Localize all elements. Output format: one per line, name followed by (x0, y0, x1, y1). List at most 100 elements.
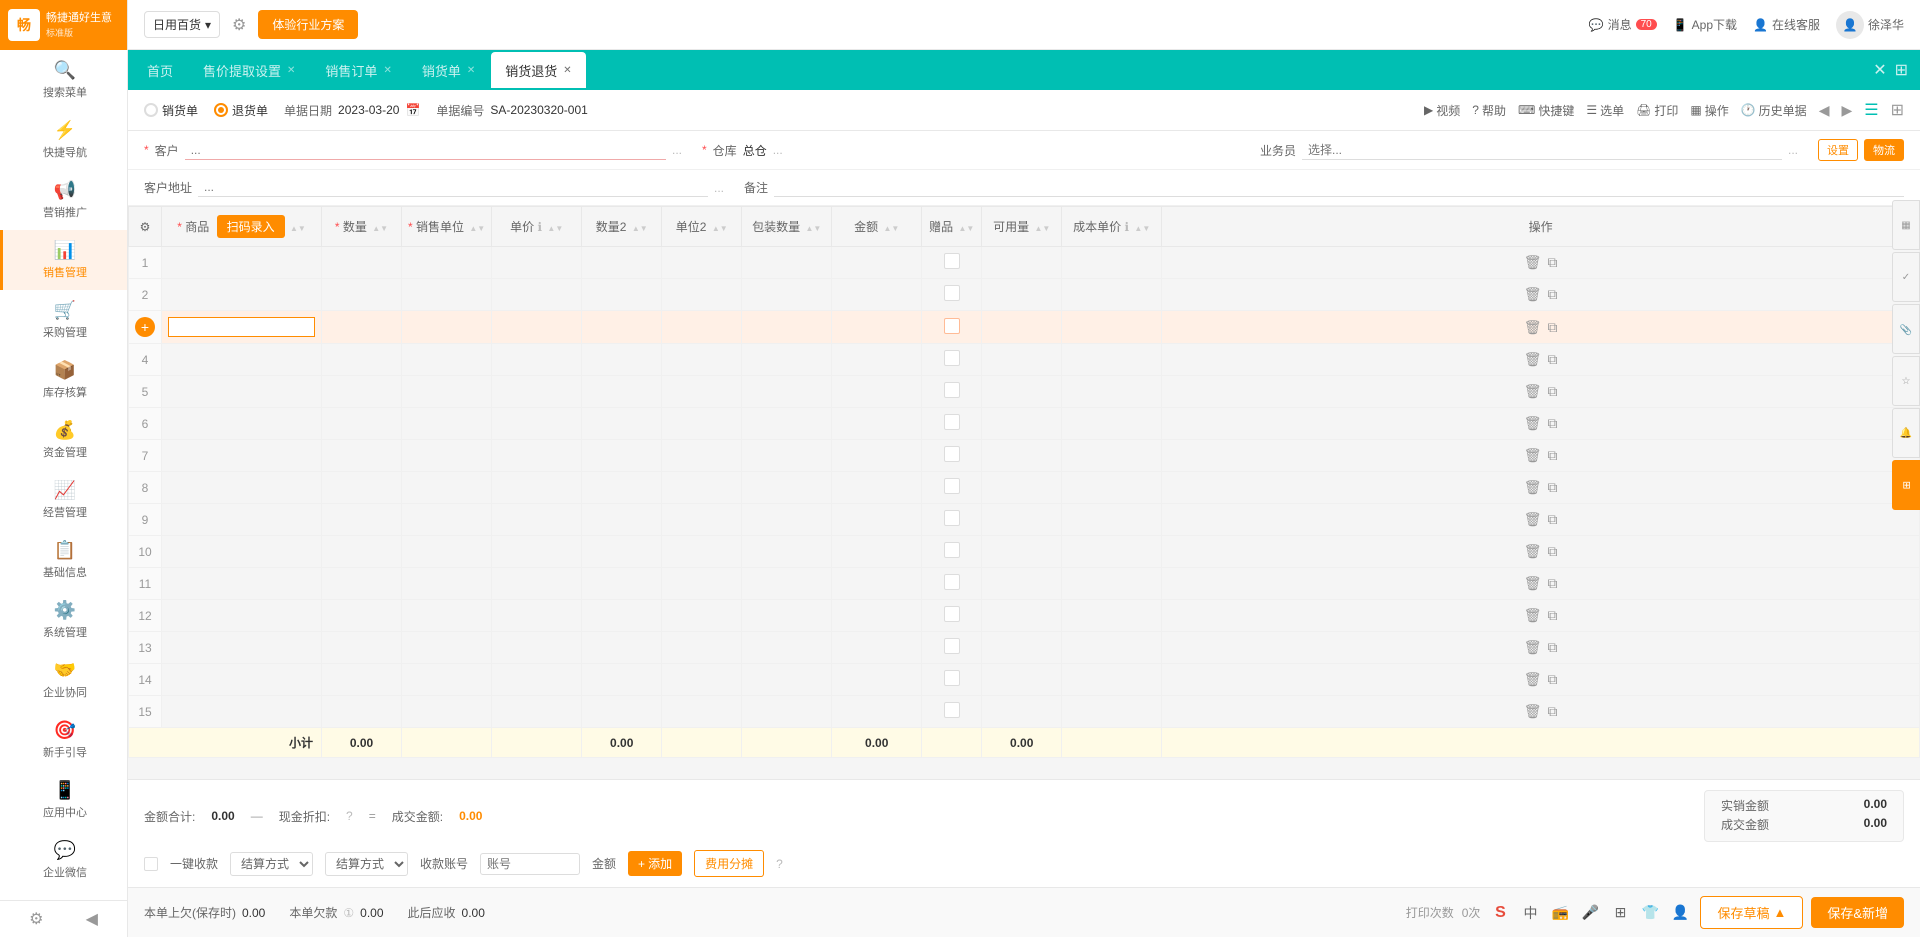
sidebar-settings-icon[interactable]: ⚙ (29, 909, 43, 929)
next-doc-icon[interactable]: ▶ (1841, 102, 1852, 119)
row-2-unit[interactable] (402, 279, 492, 311)
row-14-copy-icon[interactable]: ⧉ (1548, 671, 1558, 688)
calendar-icon[interactable]: 📅 (405, 103, 420, 117)
row-3-amount[interactable] (832, 311, 922, 344)
row-1-copy-icon[interactable]: ⧉ (1548, 254, 1558, 271)
online-service-btn[interactable]: 👤 在线客服 (1753, 16, 1820, 33)
address-input[interactable] (198, 178, 708, 197)
footer-icon-7[interactable]: 👤 (1668, 901, 1692, 925)
row-2-pack[interactable] (742, 279, 832, 311)
row-10-copy-icon[interactable]: ⧉ (1548, 543, 1558, 560)
row-3-goods-input[interactable] (168, 317, 315, 337)
gift-checkbox-13[interactable] (944, 638, 960, 654)
row-6-delete-icon[interactable]: 🗑 (1524, 415, 1542, 432)
save-draft-button[interactable]: 保存草稿 ▲ (1700, 896, 1803, 929)
sidebar-item-shortcut[interactable]: ⚡ 快捷导航 (0, 110, 127, 170)
tab-sales-return[interactable]: 销货退货 ✕ (491, 52, 585, 88)
sidebar-collapse-icon[interactable]: ◀ (86, 909, 98, 929)
sidebar-item-finance[interactable]: 💰 资金管理 (0, 410, 127, 470)
sidebar-item-marketing[interactable]: 📢 营销推广 (0, 170, 127, 230)
sidebar-item-basic[interactable]: 📋 基础信息 (0, 530, 127, 590)
row-8-copy-icon[interactable]: ⧉ (1548, 479, 1558, 496)
goods-sort-icon[interactable]: ▲▼ (290, 224, 306, 233)
tab-sales-delivery[interactable]: 销货单 ✕ (408, 52, 489, 88)
row-12-copy-icon[interactable]: ⧉ (1548, 607, 1558, 624)
fee-split-button[interactable]: 费用分摊 (694, 850, 764, 877)
row-12-delete-icon[interactable]: 🗑 (1524, 607, 1542, 624)
trial-plan-button[interactable]: 体验行业方案 (258, 10, 358, 39)
scan-input-button[interactable]: 扫码录入 (217, 215, 285, 238)
price-info-icon[interactable]: ℹ (538, 220, 543, 234)
view-grid-icon[interactable]: ⊞ (1891, 100, 1904, 120)
row-2-unit2[interactable] (662, 279, 742, 311)
gift-checkbox-14[interactable] (944, 670, 960, 686)
row-4-copy-icon[interactable]: ⧉ (1548, 351, 1558, 368)
row-2-copy-icon[interactable]: ⧉ (1548, 286, 1558, 303)
sidebar-item-purchase[interactable]: 🛒 采购管理 (0, 290, 127, 350)
fee-help-icon[interactable]: ? (776, 857, 783, 871)
row-3-available[interactable] (982, 311, 1062, 344)
help-btn[interactable]: ? 帮助 (1472, 102, 1506, 119)
unit2-sort-icon[interactable]: ▲▼ (712, 224, 728, 233)
message-btn[interactable]: 💬 消息 70 (1589, 16, 1657, 33)
footer-icon-3[interactable]: 📻 (1548, 901, 1572, 925)
row-3-qty[interactable] (322, 311, 402, 344)
tab-sales-return-close-icon[interactable]: ✕ (563, 65, 571, 76)
settings-button[interactable]: 设置 (1818, 139, 1858, 161)
qty-sort-icon[interactable]: ▲▼ (372, 224, 388, 233)
gift-checkbox-4[interactable] (944, 350, 960, 366)
row-1-cost[interactable] (1062, 247, 1162, 279)
row-3-unit[interactable] (402, 311, 492, 344)
row-2-gift[interactable] (922, 279, 982, 311)
gear-settings-icon[interactable]: ⚙ (140, 220, 151, 234)
operation-btn[interactable]: ▦ 操作 (1690, 102, 1728, 119)
sidebar-item-apps[interactable]: 📱 应用中心 (0, 770, 127, 830)
add-payment-button[interactable]: + 添加 (628, 851, 682, 876)
sidebar-item-wechat[interactable]: 💬 企业微信 (0, 830, 127, 890)
right-panel-btn-1[interactable]: ▦ (1892, 200, 1920, 250)
footer-icon-2[interactable]: 中 (1518, 901, 1542, 925)
row-3-cost[interactable] (1062, 311, 1162, 344)
price-sort-icon[interactable]: ▲▼ (547, 224, 563, 233)
tab-price-settings[interactable]: 售价提取设置 ✕ (189, 52, 309, 88)
discount-info-icon[interactable]: ? (346, 809, 353, 823)
right-panel-btn-5[interactable]: 🔔 (1892, 408, 1920, 458)
gift-checkbox-6[interactable] (944, 414, 960, 430)
qty2-sort-icon[interactable]: ▲▼ (632, 224, 648, 233)
row-11-copy-icon[interactable]: ⧉ (1548, 575, 1558, 592)
right-panel-btn-2[interactable]: ✓ (1892, 252, 1920, 302)
row-1-available[interactable] (982, 247, 1062, 279)
row-3-delete-icon[interactable]: 🗑 (1524, 319, 1542, 336)
gift-checkbox-3[interactable] (944, 318, 960, 334)
row-13-delete-icon[interactable]: 🗑 (1524, 639, 1542, 656)
row-11-delete-icon[interactable]: 🗑 (1524, 575, 1542, 592)
row-1-gift[interactable] (922, 247, 982, 279)
unit-sort-icon[interactable]: ▲▼ (469, 224, 485, 233)
row-1-pack[interactable] (742, 247, 832, 279)
gift-checkbox-1[interactable] (944, 253, 960, 269)
row-1-amount[interactable] (832, 247, 922, 279)
sidebar-item-member[interactable]: 👑 畅会员 (0, 890, 127, 900)
row-4-delete-icon[interactable]: 🗑 (1524, 351, 1542, 368)
cost-info-icon[interactable]: ℹ (1125, 220, 1130, 234)
row-2-qty2[interactable] (582, 279, 662, 311)
right-panel-btn-6-active[interactable]: ⊞ (1892, 460, 1920, 510)
row-1-qty2[interactable] (582, 247, 662, 279)
row-1-goods[interactable] (162, 247, 322, 279)
row-2-qty[interactable] (322, 279, 402, 311)
cost-sort-icon[interactable]: ▲▼ (1134, 224, 1150, 233)
row-3-copy-icon[interactable]: ⧉ (1548, 319, 1558, 336)
radio-return[interactable]: 退货单 (214, 102, 268, 119)
row-2-goods[interactable] (162, 279, 322, 311)
customer-input[interactable] (185, 141, 666, 160)
amount-sort-icon[interactable]: ▲▼ (883, 224, 899, 233)
sidebar-item-inventory[interactable]: 📦 库存核算 (0, 350, 127, 410)
tab-sales-order-close-icon[interactable]: ✕ (383, 65, 391, 76)
sidebar-item-search[interactable]: 🔍 搜索菜单 (0, 50, 127, 110)
footer-icon-5[interactable]: ⊞ (1608, 901, 1632, 925)
row-1-unit[interactable] (402, 247, 492, 279)
row-10-delete-icon[interactable]: 🗑 (1524, 543, 1542, 560)
select-order-btn[interactable]: ☰ 选单 (1586, 102, 1624, 119)
row-2-delete-icon[interactable]: 🗑 (1524, 286, 1542, 303)
gift-checkbox-11[interactable] (944, 574, 960, 590)
